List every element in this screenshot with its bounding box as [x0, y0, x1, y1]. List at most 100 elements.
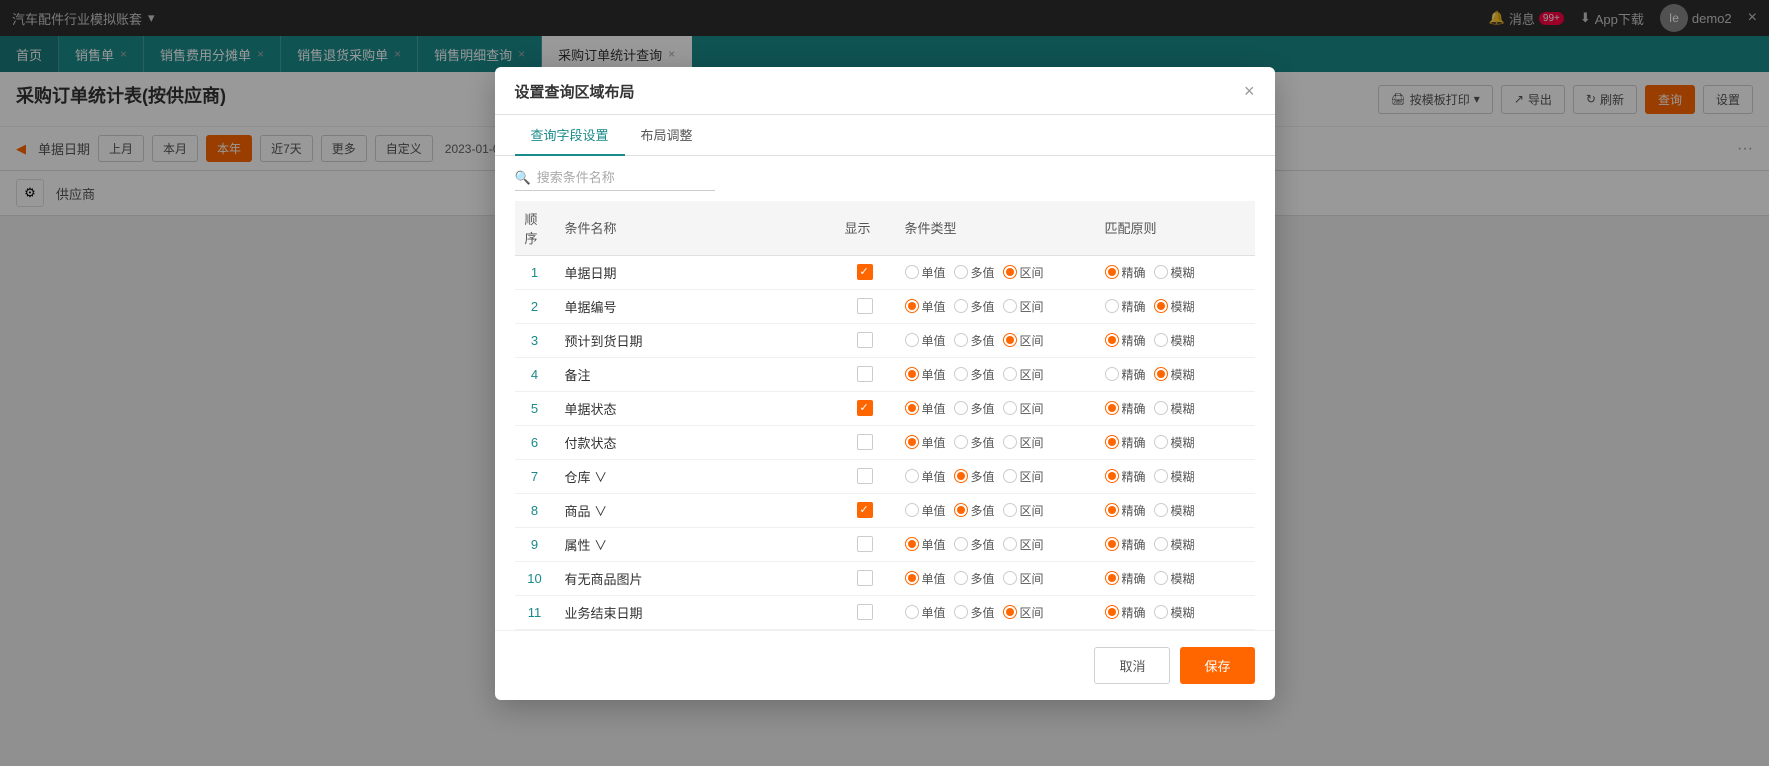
radio-circle-type-区间-4[interactable]: [1003, 367, 1017, 381]
radio-circle-type-区间-6[interactable]: [1003, 435, 1017, 449]
radio-circle-match-模糊-6[interactable]: [1154, 435, 1168, 449]
radio-circle-type-多值-4[interactable]: [954, 367, 968, 381]
match-opt-模糊-5[interactable]: 模糊: [1154, 400, 1195, 417]
type-opt-多值-10[interactable]: 多值: [954, 570, 995, 587]
match-opt-模糊-7[interactable]: 模糊: [1154, 468, 1195, 485]
match-opt-精确-7[interactable]: 精确: [1105, 468, 1146, 485]
radio-circle-match-精确-11[interactable]: [1105, 605, 1119, 619]
radio-circle-match-精确-3[interactable]: [1105, 333, 1119, 347]
row-display-2[interactable]: [835, 289, 895, 323]
radio-circle-type-单值-8[interactable]: [905, 503, 919, 517]
type-opt-区间-1[interactable]: 区间: [1003, 264, 1044, 281]
match-opt-精确-4[interactable]: 精确: [1105, 366, 1146, 383]
checkbox-5[interactable]: [857, 400, 873, 416]
radio-circle-match-精确-2[interactable]: [1105, 299, 1119, 313]
checkbox-10[interactable]: [857, 570, 873, 586]
match-opt-精确-5[interactable]: 精确: [1105, 400, 1146, 417]
row-display-1[interactable]: [835, 255, 895, 289]
radio-circle-match-模糊-8[interactable]: [1154, 503, 1168, 517]
radio-circle-type-单值-3[interactable]: [905, 333, 919, 347]
row-display-6[interactable]: [835, 425, 895, 459]
match-opt-模糊-3[interactable]: 模糊: [1154, 332, 1195, 349]
type-opt-区间-6[interactable]: 区间: [1003, 434, 1044, 451]
radio-circle-type-单值-2[interactable]: [905, 299, 919, 313]
checkbox-6[interactable]: [857, 434, 873, 450]
type-opt-多值-4[interactable]: 多值: [954, 366, 995, 383]
radio-circle-type-单值-11[interactable]: [905, 605, 919, 619]
row-display-9[interactable]: [835, 527, 895, 561]
type-opt-多值-2[interactable]: 多值: [954, 298, 995, 315]
radio-circle-match-精确-7[interactable]: [1105, 469, 1119, 483]
radio-circle-type-单值-9[interactable]: [905, 537, 919, 551]
radio-circle-type-区间-3[interactable]: [1003, 333, 1017, 347]
match-opt-模糊-4[interactable]: 模糊: [1154, 366, 1195, 383]
radio-circle-type-区间-7[interactable]: [1003, 469, 1017, 483]
type-opt-多值-1[interactable]: 多值: [954, 264, 995, 281]
type-opt-区间-11[interactable]: 区间: [1003, 604, 1044, 621]
radio-circle-match-模糊-1[interactable]: [1154, 265, 1168, 279]
type-opt-多值-7[interactable]: 多值: [954, 468, 995, 485]
type-opt-区间-3[interactable]: 区间: [1003, 332, 1044, 349]
radio-circle-type-区间-1[interactable]: [1003, 265, 1017, 279]
radio-circle-match-精确-5[interactable]: [1105, 401, 1119, 415]
checkbox-2[interactable]: [857, 298, 873, 314]
radio-circle-match-精确-9[interactable]: [1105, 537, 1119, 551]
row-display-10[interactable]: [835, 561, 895, 595]
radio-circle-type-多值-9[interactable]: [954, 537, 968, 551]
match-opt-精确-11[interactable]: 精确: [1105, 604, 1146, 621]
type-opt-区间-9[interactable]: 区间: [1003, 536, 1044, 553]
type-opt-多值-9[interactable]: 多值: [954, 536, 995, 553]
search-input[interactable]: [537, 170, 697, 185]
radio-circle-type-区间-10[interactable]: [1003, 571, 1017, 585]
radio-circle-match-模糊-4[interactable]: [1154, 367, 1168, 381]
checkbox-1[interactable]: [857, 264, 873, 280]
radio-circle-type-多值-6[interactable]: [954, 435, 968, 449]
radio-circle-match-精确-8[interactable]: [1105, 503, 1119, 517]
radio-circle-type-区间-8[interactable]: [1003, 503, 1017, 517]
type-opt-区间-4[interactable]: 区间: [1003, 366, 1044, 383]
type-opt-单值-10[interactable]: 单值: [905, 570, 946, 587]
type-opt-多值-3[interactable]: 多值: [954, 332, 995, 349]
match-opt-精确-1[interactable]: 精确: [1105, 264, 1146, 281]
match-opt-精确-10[interactable]: 精确: [1105, 570, 1146, 587]
row-display-3[interactable]: [835, 323, 895, 357]
radio-circle-type-单值-7[interactable]: [905, 469, 919, 483]
radio-circle-type-单值-6[interactable]: [905, 435, 919, 449]
type-opt-单值-5[interactable]: 单值: [905, 400, 946, 417]
match-opt-模糊-6[interactable]: 模糊: [1154, 434, 1195, 451]
type-opt-单值-11[interactable]: 单值: [905, 604, 946, 621]
match-opt-精确-3[interactable]: 精确: [1105, 332, 1146, 349]
row-display-4[interactable]: [835, 357, 895, 391]
type-opt-区间-2[interactable]: 区间: [1003, 298, 1044, 315]
radio-circle-type-多值-2[interactable]: [954, 299, 968, 313]
tab-layout-adjust[interactable]: 布局调整: [625, 115, 709, 156]
row-display-11[interactable]: [835, 595, 895, 629]
radio-circle-match-精确-6[interactable]: [1105, 435, 1119, 449]
type-opt-单值-3[interactable]: 单值: [905, 332, 946, 349]
radio-circle-type-多值-10[interactable]: [954, 571, 968, 585]
type-opt-单值-1[interactable]: 单值: [905, 264, 946, 281]
type-opt-区间-5[interactable]: 区间: [1003, 400, 1044, 417]
radio-circle-match-模糊-9[interactable]: [1154, 537, 1168, 551]
type-opt-多值-5[interactable]: 多值: [954, 400, 995, 417]
cancel-button[interactable]: 取消: [1094, 647, 1170, 684]
checkbox-9[interactable]: [857, 536, 873, 552]
dialog-close-button[interactable]: ×: [1244, 81, 1255, 102]
tab-query-fields[interactable]: 查询字段设置: [515, 115, 625, 156]
radio-circle-type-多值-8[interactable]: [954, 503, 968, 517]
match-opt-模糊-8[interactable]: 模糊: [1154, 502, 1195, 519]
radio-circle-type-单值-5[interactable]: [905, 401, 919, 415]
type-opt-单值-4[interactable]: 单值: [905, 366, 946, 383]
radio-circle-match-模糊-3[interactable]: [1154, 333, 1168, 347]
radio-circle-type-区间-2[interactable]: [1003, 299, 1017, 313]
type-opt-区间-7[interactable]: 区间: [1003, 468, 1044, 485]
type-opt-多值-6[interactable]: 多值: [954, 434, 995, 451]
radio-circle-type-区间-5[interactable]: [1003, 401, 1017, 415]
type-opt-区间-8[interactable]: 区间: [1003, 502, 1044, 519]
radio-circle-type-区间-9[interactable]: [1003, 537, 1017, 551]
radio-circle-type-单值-1[interactable]: [905, 265, 919, 279]
checkbox-7[interactable]: [857, 468, 873, 484]
checkbox-11[interactable]: [857, 604, 873, 620]
match-opt-精确-8[interactable]: 精确: [1105, 502, 1146, 519]
radio-circle-type-多值-3[interactable]: [954, 333, 968, 347]
